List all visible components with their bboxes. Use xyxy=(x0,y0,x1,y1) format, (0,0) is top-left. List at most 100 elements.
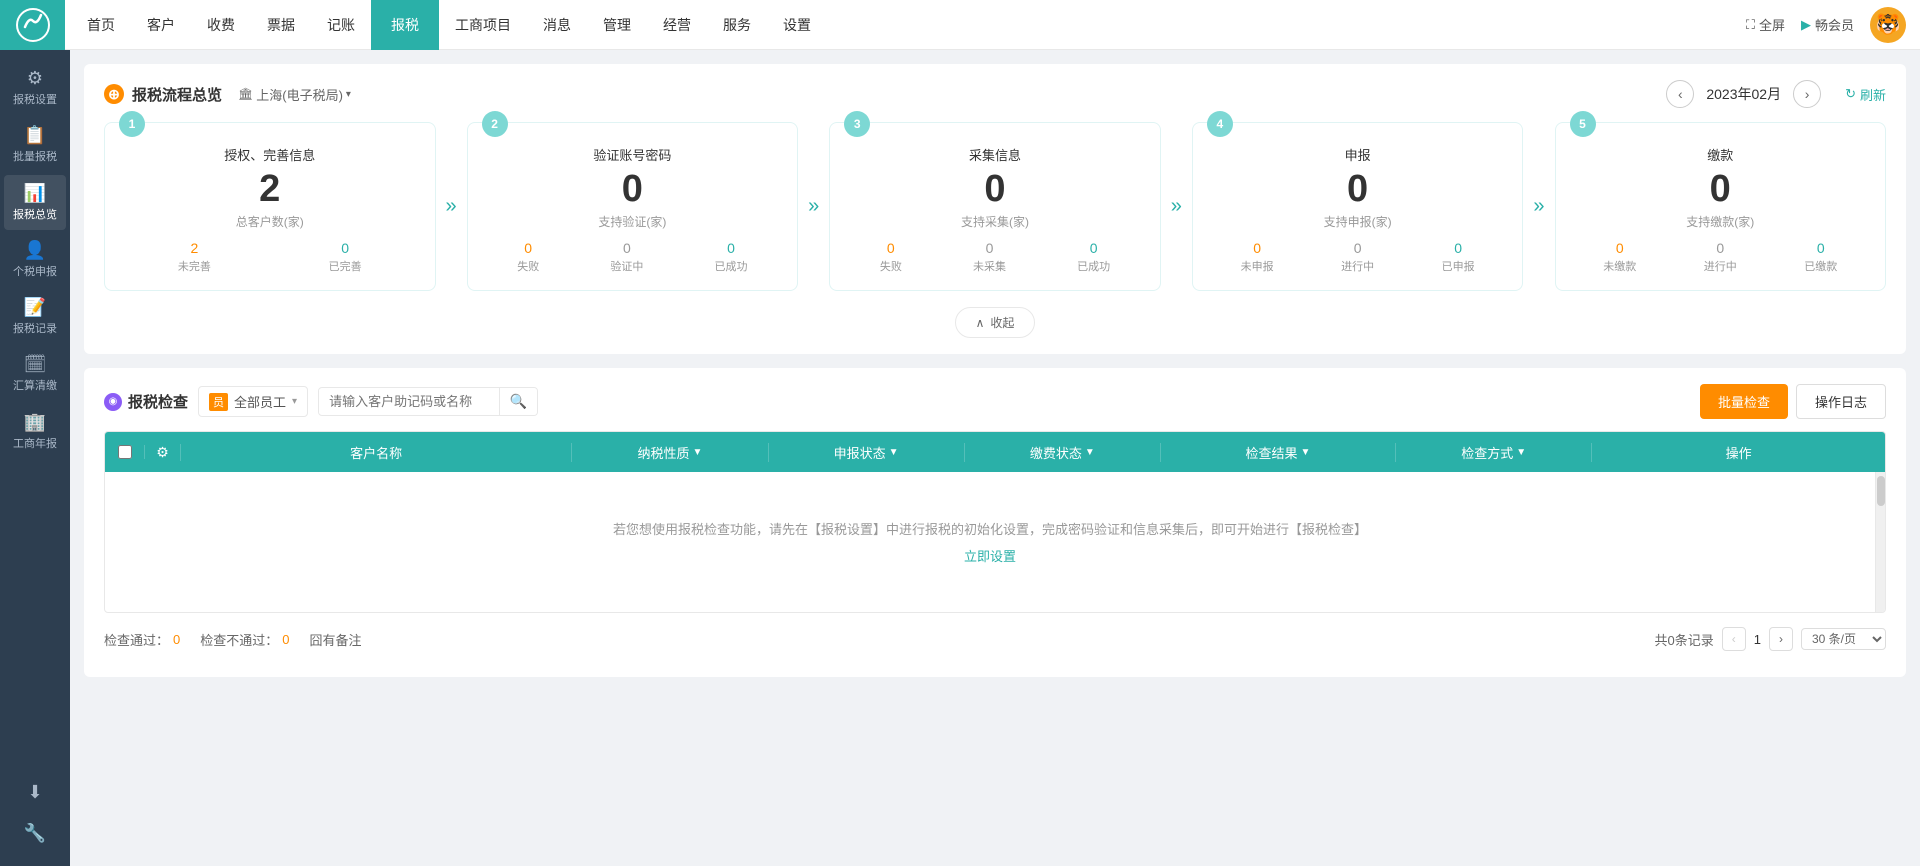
arrow-2-3: » xyxy=(798,195,829,218)
search-button[interactable]: 🔍 xyxy=(499,388,537,415)
batch-check-btn[interactable]: 批量检查 xyxy=(1700,384,1788,419)
flow-card-4: 4 申报 0 支持申报(家) 0 未申报 0 进行中 xyxy=(1192,122,1524,291)
empty-message: 若您想使用报税检查功能，请先在【报税设置】中进行报税的初始化设置，完成密码验证和… xyxy=(613,519,1367,538)
employee-select[interactable]: 员 全部员工 ▾ xyxy=(198,386,308,417)
card2-stat-2: 0 已成功 xyxy=(715,240,748,274)
card3-stat1-label: 未采集 xyxy=(973,258,1006,274)
play-icon: ▶ xyxy=(1801,17,1811,33)
refresh-btn[interactable]: ↻ 刷新 xyxy=(1845,85,1886,104)
config-icon: 🔧 xyxy=(24,823,46,844)
th-pay-status[interactable]: 缴费状态 ▼ xyxy=(965,443,1161,462)
location-badge[interactable]: 🏛 上海(电子税局) ▾ xyxy=(238,85,351,104)
member-btn[interactable]: ▶ 畅会员 xyxy=(1801,15,1854,34)
collapse-btn[interactable]: ∧ 收起 xyxy=(955,307,1036,338)
th-checkbox[interactable] xyxy=(105,445,145,459)
sidebar-item-settlement[interactable]: 🗓 汇算清缴 xyxy=(4,346,66,401)
card2-title: 验证账号密码 xyxy=(482,145,784,164)
fail-count[interactable]: 0 xyxy=(282,632,289,647)
nav-item-tax[interactable]: 报税 xyxy=(371,0,439,50)
card2-stat2-label: 已成功 xyxy=(715,258,748,274)
scrollbar[interactable] xyxy=(1875,472,1885,612)
nav-item-fee[interactable]: 收费 xyxy=(191,0,251,50)
avatar-img: 🐯 xyxy=(1876,12,1901,37)
total-label: 共0条记录 xyxy=(1655,630,1714,649)
flow-card-5: 5 缴款 0 支持缴款(家) 0 未缴款 0 进行中 xyxy=(1555,122,1887,291)
check-title: ◉ 报税检查 xyxy=(104,391,188,412)
fullscreen-btn[interactable]: ⛶ 全屏 xyxy=(1746,15,1785,34)
card2-stat1-label: 验证中 xyxy=(610,258,643,274)
footer-right: 共0条记录 ‹ 1 › 30 条/页50 条/页100 条/页 xyxy=(1655,627,1886,651)
scrollbar-thumb[interactable] xyxy=(1877,476,1885,506)
nav-item-settings[interactable]: 设置 xyxy=(767,0,827,50)
flow-card-1: 1 授权、完善信息 2 总客户数(家) 2 未完善 0 已完善 xyxy=(104,122,436,291)
overview-icon: 📊 xyxy=(24,183,46,204)
th-check-method[interactable]: 检查方式 ▼ xyxy=(1396,443,1592,462)
avatar[interactable]: 🐯 xyxy=(1870,7,1906,43)
settlement-icon: 🗓 xyxy=(24,354,47,375)
th-tax-nature[interactable]: 纳税性质 ▼ xyxy=(572,443,768,462)
sidebar-label-tax-record: 报税记录 xyxy=(13,322,57,336)
next-page-btn[interactable]: › xyxy=(1769,627,1793,651)
nav-item-operation[interactable]: 经营 xyxy=(647,0,707,50)
arrow-1-2: » xyxy=(436,195,467,218)
nav-item-client[interactable]: 客户 xyxy=(131,0,191,50)
nav-item-message[interactable]: 消息 xyxy=(527,0,587,50)
search-input[interactable] xyxy=(319,389,499,414)
fullscreen-label: 全屏 xyxy=(1759,15,1785,34)
select-all-checkbox[interactable] xyxy=(118,445,132,459)
top-nav: 首页 客户 收费 票据 记账 报税 工商项目 消息 管理 经营 服务 设置 ⛶ … xyxy=(0,0,1920,50)
arrow-4-5: » xyxy=(1523,195,1554,218)
card3-count: 0 xyxy=(844,168,1146,211)
sidebar-item-overview[interactable]: 📊 报税总览 xyxy=(4,175,66,230)
search-box: 🔍 xyxy=(318,387,538,416)
nav-item-business[interactable]: 工商项目 xyxy=(439,0,527,50)
card5-title: 缴款 xyxy=(1570,145,1872,164)
nav-item-home[interactable]: 首页 xyxy=(71,0,131,50)
nav-item-service[interactable]: 服务 xyxy=(707,0,767,50)
prev-page-btn[interactable]: ‹ xyxy=(1722,627,1746,651)
nav-item-account[interactable]: 记账 xyxy=(311,0,371,50)
check-title-text: 报税检查 xyxy=(128,391,188,412)
next-month-btn[interactable]: › xyxy=(1793,80,1821,108)
month-nav: ‹ 2023年02月 › xyxy=(1666,80,1821,108)
filter-icon-1: ▼ xyxy=(692,447,702,458)
sidebar-item-tax-settings[interactable]: ⚙ 报税设置 xyxy=(4,60,66,115)
card1-title: 授权、完善信息 xyxy=(119,145,421,164)
th-check-result[interactable]: 检查结果 ▼ xyxy=(1161,443,1396,462)
card5-stat0-num: 0 xyxy=(1616,240,1624,256)
card5-num: 5 xyxy=(1570,111,1596,137)
sidebar-item-tax-record[interactable]: 📝 报税记录 xyxy=(4,289,66,344)
sidebar-item-annual-report[interactable]: 🏢 工商年报 xyxy=(4,404,66,459)
fullscreen-icon: ⛶ xyxy=(1746,17,1755,33)
sidebar-item-config[interactable]: 🔧 xyxy=(4,815,66,852)
sidebar-label-overview: 报税总览 xyxy=(13,208,57,222)
flow-card-3: 3 采集信息 0 支持采集(家) 0 失败 0 未采集 xyxy=(829,122,1161,291)
th-declare-status[interactable]: 申报状态 ▼ xyxy=(769,443,965,462)
filter-icon-3: ▼ xyxy=(1085,447,1095,458)
sidebar-label-tax-settings: 报税设置 xyxy=(13,93,57,107)
th-gear[interactable]: ⚙ xyxy=(145,444,181,461)
th-name: 客户名称 xyxy=(181,443,572,462)
download-icon: ⬇ xyxy=(27,782,42,803)
plus-icon: ⊕ xyxy=(104,84,124,104)
prev-month-btn[interactable]: ‹ xyxy=(1666,80,1694,108)
arrow-3-4: » xyxy=(1161,195,1192,218)
nav-item-manage[interactable]: 管理 xyxy=(587,0,647,50)
sidebar-item-batch-tax[interactable]: 📋 批量报税 xyxy=(4,117,66,172)
location-text: 上海(电子税局) xyxy=(256,85,343,104)
employee-icon: 员 xyxy=(209,393,228,411)
operation-log-btn[interactable]: 操作日志 xyxy=(1796,384,1886,419)
setup-link[interactable]: 立即设置 xyxy=(964,546,1016,565)
card2-stat0-num: 0 xyxy=(524,240,532,256)
sidebar-item-download[interactable]: ⬇ xyxy=(4,774,66,811)
pass-count[interactable]: 0 xyxy=(173,632,180,647)
pass-label: 检查通过： xyxy=(104,630,169,649)
nav-item-invoice[interactable]: 票据 xyxy=(251,0,311,50)
card4-count: 0 xyxy=(1207,168,1509,211)
note-label: 囧有备注 xyxy=(310,630,362,649)
dropdown-icon: ▾ xyxy=(346,89,351,100)
page-size-select[interactable]: 30 条/页50 条/页100 条/页 xyxy=(1801,628,1886,650)
page-number: 1 xyxy=(1754,632,1761,647)
card3-stat2-label: 已成功 xyxy=(1077,258,1110,274)
sidebar-item-personal-tax[interactable]: 👤 个税申报 xyxy=(4,232,66,287)
